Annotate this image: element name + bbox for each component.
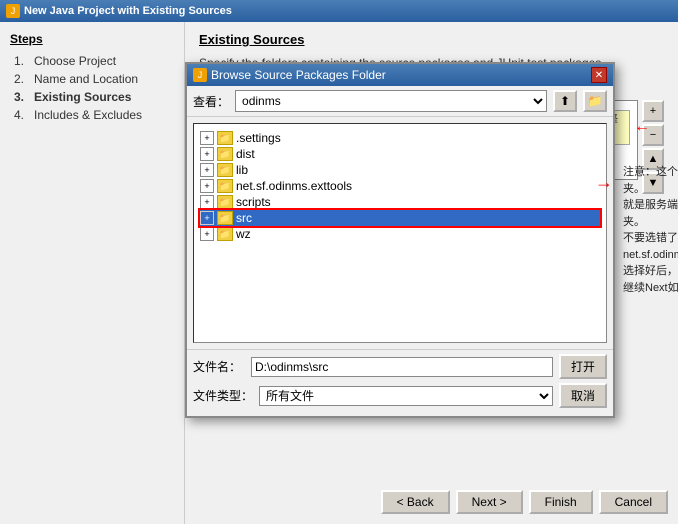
open-button[interactable]: 打开	[559, 354, 607, 379]
tree-label-scripts: scripts	[236, 195, 271, 209]
folder-icon-net: 📁	[217, 179, 233, 193]
step-4-label: Includes & Excludes	[34, 108, 142, 122]
tree-label-lib: lib	[236, 163, 248, 177]
folder-icon-src: 📁	[217, 211, 233, 225]
folder-icon-dist: 📁	[217, 147, 233, 161]
dialog-cancel-button[interactable]: 取消	[559, 383, 607, 408]
steps-list: 1. Choose Project 2. Name and Location 3…	[10, 54, 174, 122]
browse-dialog: J Browse Source Packages Folder ✕ 查看： od…	[185, 62, 615, 418]
expand-dist[interactable]: +	[200, 147, 214, 161]
folder-icon-lib: 📁	[217, 163, 233, 177]
dialog-toolbar: 查看： odinms ⬆ 📁	[187, 86, 613, 117]
step-3-label: Existing Sources	[34, 90, 131, 104]
expand-settings[interactable]: +	[200, 131, 214, 145]
dialog-title-content: J Browse Source Packages Folder	[193, 68, 386, 82]
expand-net[interactable]: +	[200, 179, 214, 193]
title-bar: J New Java Project with Existing Sources	[0, 0, 678, 22]
expand-scripts[interactable]: +	[200, 195, 214, 209]
step-4-num: 4.	[14, 108, 30, 122]
filetype-select[interactable]: 所有文件	[259, 386, 553, 406]
step-2-num: 2.	[14, 72, 30, 86]
tree-item-lib[interactable]: + 📁 lib	[200, 162, 600, 178]
step-4: 4. Includes & Excludes	[14, 108, 174, 122]
next-button[interactable]: Next >	[456, 490, 523, 514]
step-2: 2. Name and Location	[14, 72, 174, 86]
tree-item-scripts[interactable]: + 📁 scripts	[200, 194, 600, 210]
tree-label-net: net.sf.odinms.exttools	[236, 179, 352, 193]
expand-wz[interactable]: +	[200, 227, 214, 241]
expand-lib[interactable]: +	[200, 163, 214, 177]
dialog-title-bar: J Browse Source Packages Folder ✕	[187, 64, 613, 86]
title-bar-icon: J	[6, 4, 20, 18]
steps-panel: Steps 1. Choose Project 2. Name and Loca…	[0, 22, 185, 524]
tree-label-src: src	[236, 211, 252, 225]
tree-item-net[interactable]: + 📁 net.sf.odinms.exttools	[200, 178, 600, 194]
folder-icon-scripts: 📁	[217, 195, 233, 209]
tree-label-settings: .settings	[236, 131, 281, 145]
step-1-label: Choose Project	[34, 54, 116, 68]
tree-label-dist: dist	[236, 147, 255, 161]
back-button[interactable]: < Back	[381, 490, 450, 514]
tree-item-src[interactable]: + 📁 src	[200, 210, 600, 226]
finish-button[interactable]: Finish	[529, 490, 593, 514]
dialog-location-select[interactable]: odinms	[235, 90, 547, 112]
dialog-up-button[interactable]: ⬆	[553, 90, 577, 112]
filename-input[interactable]	[251, 357, 553, 377]
filename-row: 文件名： 打开	[193, 354, 607, 379]
dialog-close-button[interactable]: ✕	[591, 67, 607, 83]
filetype-row: 文件类型： 所有文件 取消	[193, 383, 607, 408]
bottom-nav-buttons: < Back Next > Finish Cancel	[381, 490, 668, 514]
dialog-new-folder-button[interactable]: 📁	[583, 90, 607, 112]
tree-label-wz: wz	[236, 227, 251, 241]
filetype-label: 文件类型：	[193, 387, 253, 404]
main-window: Steps 1. Choose Project 2. Name and Loca…	[0, 22, 678, 524]
expand-src[interactable]: +	[200, 211, 214, 225]
title-bar-title: New Java Project with Existing Sources	[24, 5, 232, 17]
dialog-bottom: 文件名： 打开 文件类型： 所有文件 取消	[187, 349, 613, 416]
tree-item-dist[interactable]: + 📁 dist	[200, 146, 600, 162]
folder-icon-settings: 📁	[217, 131, 233, 145]
steps-heading: Steps	[10, 32, 174, 46]
step-2-label: Name and Location	[34, 72, 138, 86]
red-arrow-icon: ←	[634, 118, 650, 136]
step-3: 3. Existing Sources	[14, 90, 174, 104]
tree-item-wz[interactable]: + 📁 wz	[200, 226, 600, 242]
cancel-button[interactable]: Cancel	[599, 490, 668, 514]
filename-label: 文件名：	[193, 358, 245, 375]
dialog-title-icon: J	[193, 68, 207, 82]
dialog-look-label: 查看：	[193, 93, 229, 110]
content-title: Existing Sources	[199, 32, 664, 47]
dialog-file-tree: + 📁 .settings + 📁 dist + 📁 lib + 📁	[193, 123, 607, 343]
step-1: 1. Choose Project	[14, 54, 174, 68]
folder-icon-wz: 📁	[217, 227, 233, 241]
step-3-num: 3.	[14, 90, 30, 104]
dialog-title-text: Browse Source Packages Folder	[211, 68, 386, 82]
step-1-num: 1.	[14, 54, 30, 68]
tree-item-settings[interactable]: + 📁 .settings	[200, 130, 600, 146]
content-panel: Existing Sources Specify the folders con…	[185, 22, 678, 524]
